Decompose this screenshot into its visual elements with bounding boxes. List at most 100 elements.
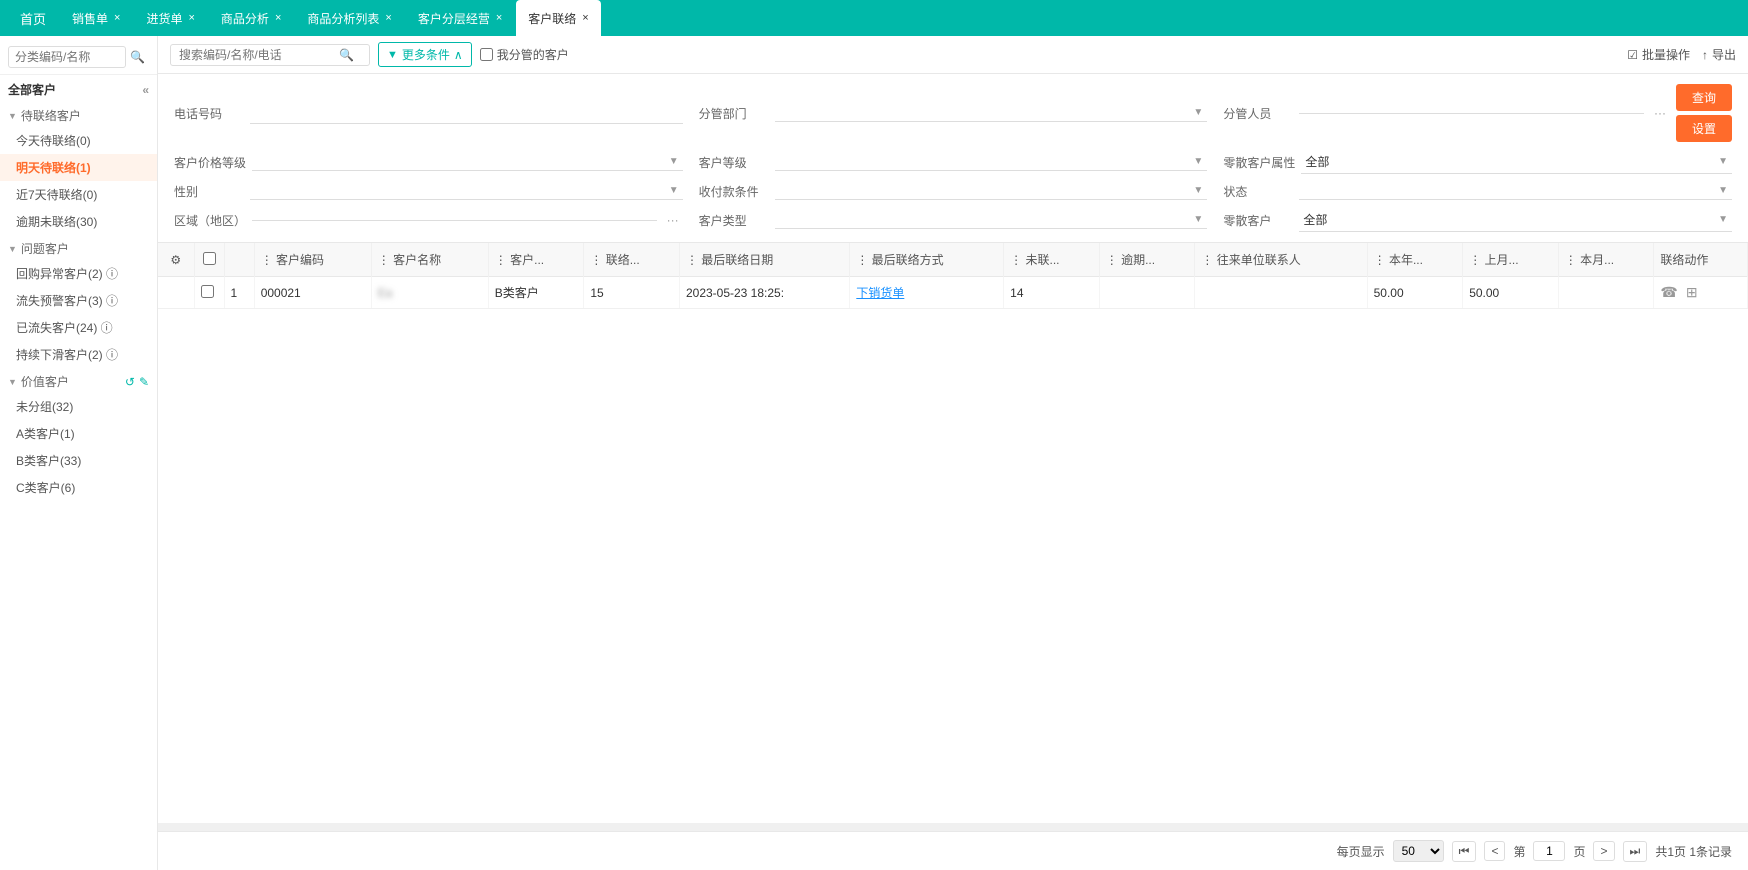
cell-action: ☎ ⊞ [1654, 277, 1748, 309]
cell-this-month [1558, 277, 1654, 309]
first-page-btn[interactable]: ⏮ [1452, 841, 1477, 862]
data-table-area: ⚙ ⋮ 客户编码 ⋮ 客户名称 ⋮ 客户... ⋮ 联络... ⋮ 最后联络日期… [158, 243, 1748, 823]
filter-customer-grade-row: 客户等级 ▼ [699, 150, 1208, 174]
cell-code: 000021 [254, 277, 371, 309]
sidebar-item-churn-warning[interactable]: 流失预警客户(3) ⓘ [0, 287, 157, 314]
sidebar-item-a-class[interactable]: A类客户(1) [0, 420, 157, 447]
retail-customer-select[interactable]: 全部 ▼ [1299, 208, 1732, 232]
toolbar-right-actions: ☑ 批量操作 ↑ 导出 [1627, 46, 1736, 63]
customer-grade-select[interactable]: ▼ [775, 153, 1208, 171]
gender-arrow-icon: ▼ [669, 185, 679, 196]
price-grade-select[interactable]: ▼ [252, 153, 683, 171]
close-tab-product-list-icon[interactable]: × [385, 12, 391, 24]
sidebar: 🔍 全部客户 « 待联络客户 今天待联络(0) 明天待联络(1) 近7天待联络(… [0, 36, 158, 870]
close-tab-purchase-icon[interactable]: × [188, 12, 194, 24]
price-grade-label: 客户价格等级 [174, 154, 246, 171]
pagination-bar: 每页显示 50 10 20 100 ⏮ < 第 页 > ⏭ 共1页 1条记录 [158, 831, 1748, 870]
total-info: 共1页 1条记录 [1655, 843, 1732, 860]
sidebar-item-ungrouped[interactable]: 未分组(32) [0, 393, 157, 420]
manager-ellipsis-icon[interactable]: ··· [1650, 103, 1670, 123]
horizontal-scrollbar[interactable] [158, 823, 1748, 831]
close-tab-customer-contact-icon[interactable]: × [582, 12, 588, 24]
gender-select[interactable]: ▼ [250, 182, 683, 200]
prev-page-btn[interactable]: < [1484, 841, 1505, 861]
close-tab-customer-tier-icon[interactable]: × [496, 12, 502, 24]
col-last-contact-way: ⋮ 最后联络方式 [850, 243, 1004, 277]
action-phone-icon[interactable]: ☎ [1660, 284, 1677, 301]
nav-tab-purchase[interactable]: 进货单 × [134, 0, 206, 36]
per-page-select[interactable]: 50 10 20 100 [1393, 840, 1444, 862]
col-checkbox [194, 243, 224, 277]
sidebar-item-b-class[interactable]: B类客户(33) [0, 447, 157, 474]
select-all-checkbox[interactable] [203, 252, 216, 265]
nav-tab-product-analysis[interactable]: 商品分析 × [209, 0, 293, 36]
gender-label: 性别 [174, 183, 244, 200]
col-last-contact-date: ⋮ 最后联络日期 [679, 243, 849, 277]
dept-arrow-icon: ▼ [1193, 107, 1203, 118]
sidebar-group-value: 价值客户 ↺ ✎ [0, 368, 157, 393]
close-tab-product-analysis-icon[interactable]: × [275, 12, 281, 24]
nav-tab-sales[interactable]: 销售单 × [60, 0, 132, 36]
col-this-month: ⋮ 本月... [1558, 243, 1654, 277]
sidebar-search-input[interactable] [8, 46, 126, 68]
collapse-sidebar-icon[interactable]: « [142, 83, 149, 97]
sidebar-item-abnormal-repurchase[interactable]: 回购异常客户(2) ⓘ [0, 260, 157, 287]
last-page-btn[interactable]: ⏭ [1623, 841, 1648, 862]
nav-tab-customer-contact[interactable]: 客户联络 × [516, 0, 600, 36]
dept-select[interactable]: ▼ [775, 104, 1208, 122]
manager-label: 分管人员 [1223, 105, 1293, 122]
filter-customer-type-row: 客户类型 ▼ [699, 208, 1208, 232]
cell-overdue [1099, 277, 1195, 309]
filter-area-row: 区域（地区） ··· [174, 208, 683, 232]
phone-input[interactable] [250, 103, 683, 124]
status-select[interactable]: ▼ [1299, 182, 1732, 200]
retail-attr-label: 零散客户属性 [1223, 154, 1295, 171]
status-label: 状态 [1223, 183, 1293, 200]
filter-retail-customer-row: 零散客户 全部 ▼ [1223, 208, 1732, 232]
sidebar-item-tomorrow-pending[interactable]: 明天待联络(1) [0, 154, 157, 181]
retail-attr-select[interactable]: 全部 ▼ [1301, 150, 1732, 174]
sidebar-item-c-class[interactable]: C类客户(6) [0, 474, 157, 501]
toolbar-search-icon[interactable]: 🔍 [339, 48, 354, 62]
cell-this-year: 50.00 [1367, 277, 1463, 309]
cell-last-contact-way[interactable]: 下销货单 [850, 277, 1004, 309]
next-page-btn[interactable]: > [1593, 841, 1614, 861]
sidebar-item-7day-pending[interactable]: 近7天待联络(0) [0, 181, 157, 208]
filter-more-btn[interactable]: ▼ 更多条件 ∧ [378, 42, 472, 67]
retail-customer-arrow-icon: ▼ [1718, 214, 1728, 225]
cell-name[interactable]: Ea [371, 277, 488, 309]
sidebar-item-today-pending[interactable]: 今天待联络(0) [0, 127, 157, 154]
table-header-row: ⚙ ⋮ 客户编码 ⋮ 客户名称 ⋮ 客户... ⋮ 联络... ⋮ 最后联络日期… [158, 243, 1748, 277]
export-btn[interactable]: ↑ 导出 [1702, 46, 1736, 63]
sidebar-item-churned[interactable]: 已流失客户(24) ⓘ [0, 314, 157, 341]
cell-last-contact-date: 2023-05-23 18:25: [679, 277, 849, 309]
query-btn[interactable]: 查询 [1676, 84, 1732, 111]
payment-select[interactable]: ▼ [775, 182, 1208, 200]
all-customers-header[interactable]: 全部客户 « [0, 75, 157, 102]
customer-type-select[interactable]: ▼ [775, 211, 1208, 229]
retail-attr-arrow-icon: ▼ [1718, 156, 1728, 167]
my-customer-checkbox-area[interactable]: 我分管的客户 [480, 46, 569, 63]
area-label: 区域（地区） [174, 212, 246, 229]
my-customer-checkbox[interactable] [480, 48, 493, 61]
batch-operation-btn[interactable]: ☑ 批量操作 [1627, 46, 1690, 63]
page-input[interactable] [1533, 841, 1565, 861]
col-index [224, 243, 254, 277]
funnel-icon: ▼ [387, 49, 398, 61]
area-ellipsis-icon[interactable]: ··· [663, 210, 683, 230]
settings-btn[interactable]: 设置 [1676, 115, 1732, 142]
last-contact-way-link[interactable]: 下销货单 [856, 286, 904, 300]
col-gear[interactable]: ⚙ [158, 243, 194, 277]
customer-grade-label: 客户等级 [699, 154, 769, 171]
action-grid-icon[interactable]: ⊞ [1686, 284, 1698, 301]
sidebar-item-declining[interactable]: 持续下滑客户(2) ⓘ [0, 341, 157, 368]
sidebar-item-overdue-pending[interactable]: 逾期未联络(30) [0, 208, 157, 235]
row-checkbox[interactable] [201, 285, 214, 298]
nav-tab-customer-tier[interactable]: 客户分层经营 × [406, 0, 514, 36]
toolbar-search-input[interactable] [179, 48, 339, 62]
close-tab-sales-icon[interactable]: × [114, 12, 120, 24]
all-customers-label: 全部客户 [8, 81, 56, 98]
nav-home[interactable]: 首页 [8, 0, 58, 36]
sidebar-search-icon[interactable]: 🔍 [130, 50, 145, 64]
nav-tab-product-list[interactable]: 商品分析列表 × [295, 0, 403, 36]
